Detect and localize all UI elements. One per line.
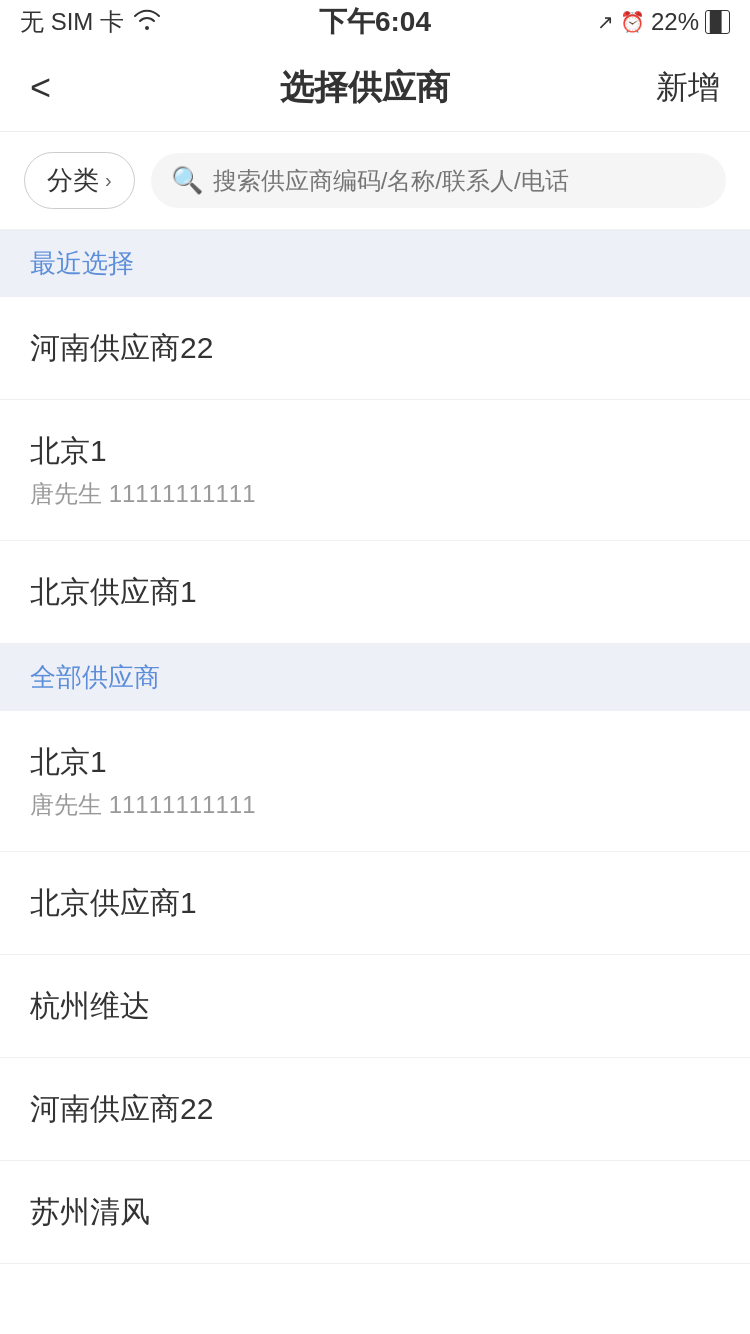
status-carrier-area: 无 SIM 卡 bbox=[20, 6, 162, 38]
category-button[interactable]: 分类 › bbox=[24, 152, 135, 209]
search-box: 🔍 bbox=[151, 153, 726, 208]
all-section-label: 全部供应商 bbox=[30, 662, 160, 692]
page-title: 选择供应商 bbox=[90, 65, 640, 111]
list-item[interactable]: 苏州清风 bbox=[0, 1161, 750, 1264]
recent-section-header: 最近选择 bbox=[0, 230, 750, 297]
search-input[interactable] bbox=[213, 167, 706, 195]
item-name: 杭州维达 bbox=[30, 985, 720, 1027]
list-item[interactable]: 北京1 唐先生 11111111111 bbox=[0, 711, 750, 852]
list-item[interactable]: 河南供应商22 bbox=[0, 297, 750, 400]
item-name: 北京供应商1 bbox=[30, 882, 720, 924]
list-item[interactable]: 北京1 唐先生 11111111111 bbox=[0, 400, 750, 541]
status-bar: 无 SIM 卡 下午6:04 ↗ ⏰ 22% ▊ bbox=[0, 0, 750, 44]
battery-text: 22% bbox=[651, 8, 699, 36]
status-right-area: ↗ ⏰ 22% ▊ bbox=[597, 8, 730, 36]
battery-icon: ▊ bbox=[705, 10, 730, 34]
item-name: 河南供应商22 bbox=[30, 327, 720, 369]
add-button[interactable]: 新增 bbox=[640, 66, 720, 110]
item-name: 河南供应商22 bbox=[30, 1088, 720, 1130]
list-item[interactable]: 北京供应商1 bbox=[0, 852, 750, 955]
item-contact: 唐先生 11111111111 bbox=[30, 478, 720, 510]
recent-section-label: 最近选择 bbox=[30, 248, 134, 278]
all-section-header: 全部供应商 bbox=[0, 644, 750, 711]
location-icon: ↗ bbox=[597, 10, 614, 34]
chevron-right-icon: › bbox=[105, 169, 112, 192]
back-button[interactable]: < bbox=[30, 67, 90, 109]
list-item[interactable]: 河南供应商22 bbox=[0, 1058, 750, 1161]
category-label: 分类 bbox=[47, 163, 99, 198]
item-name: 苏州清风 bbox=[30, 1191, 720, 1233]
carrier-text: 无 SIM 卡 bbox=[20, 6, 124, 38]
all-list: 北京1 唐先生 11111111111 北京供应商1 杭州维达河南供应商22 苏州清风 bbox=[0, 711, 750, 1264]
list-item[interactable]: 北京供应商1 bbox=[0, 541, 750, 644]
filter-bar: 分类 › 🔍 bbox=[0, 132, 750, 230]
list-item[interactable]: 杭州维达 bbox=[0, 955, 750, 1058]
item-contact: 唐先生 11111111111 bbox=[30, 789, 720, 821]
recent-list: 河南供应商22 北京1 唐先生 11111111111 北京供应商1 bbox=[0, 297, 750, 644]
item-name: 北京供应商1 bbox=[30, 571, 720, 613]
alarm-icon: ⏰ bbox=[620, 10, 645, 34]
nav-bar: < 选择供应商 新增 bbox=[0, 44, 750, 132]
search-icon: 🔍 bbox=[171, 165, 203, 196]
wifi-icon bbox=[132, 8, 162, 36]
item-name: 北京1 bbox=[30, 430, 720, 472]
item-name: 北京1 bbox=[30, 741, 720, 783]
status-time: 下午6:04 bbox=[319, 3, 431, 41]
